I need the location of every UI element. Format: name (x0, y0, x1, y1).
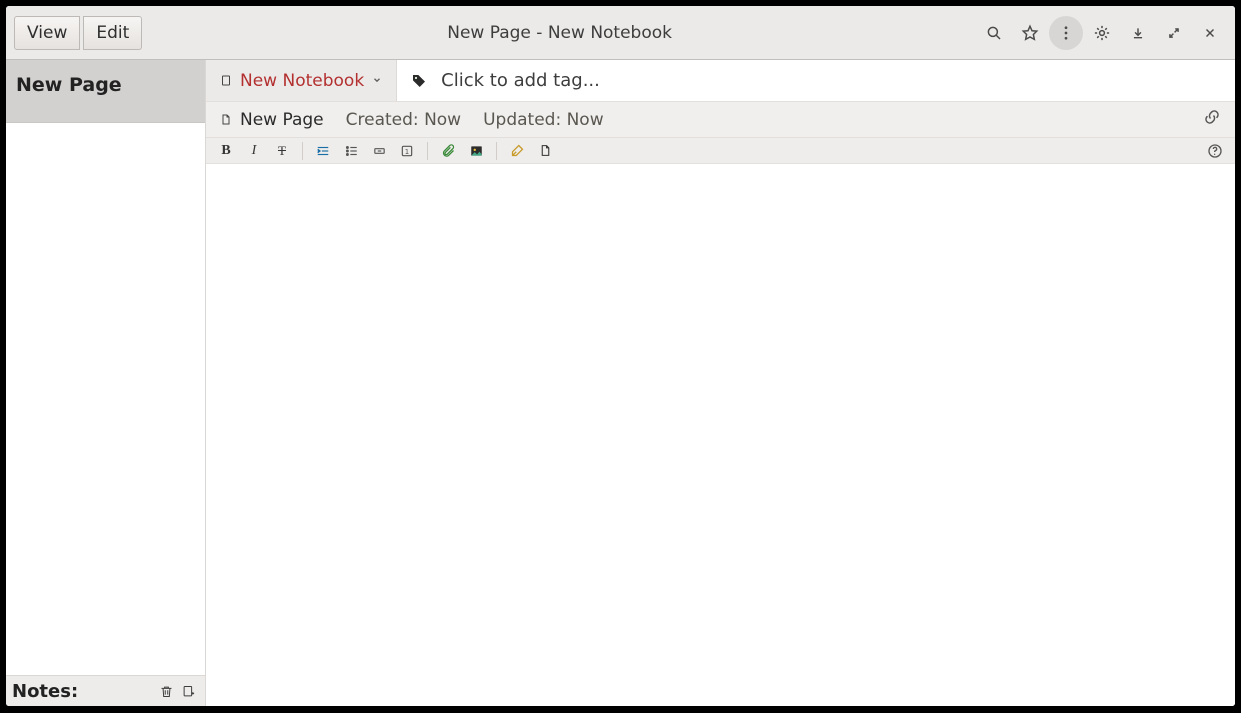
minimize-icon[interactable] (1121, 16, 1155, 50)
tag-placeholder: Click to add tag... (441, 70, 600, 91)
notebook-name: New Notebook (240, 71, 364, 91)
window-title: New Page - New Notebook (146, 23, 973, 43)
notebook-tab-row: New Notebook Click to add tag... (206, 60, 1235, 102)
sidebar-page-item[interactable]: New Page (6, 60, 205, 123)
attach-button[interactable] (436, 141, 460, 161)
search-icon[interactable] (977, 16, 1011, 50)
page-meta-row: New Page Created: Now Updated: Now (206, 102, 1235, 138)
tag-icon (411, 73, 427, 89)
menu-view[interactable]: View (14, 16, 80, 50)
notes-bar: Notes: (6, 675, 205, 706)
maximize-icon[interactable] (1157, 16, 1191, 50)
italic-button[interactable]: I (242, 141, 266, 161)
page-title[interactable]: New Page (220, 110, 324, 130)
image-button[interactable] (464, 141, 488, 161)
bold-button[interactable]: B (214, 141, 238, 161)
tag-strip[interactable]: Click to add tag... (397, 60, 1235, 101)
main-pane: New Notebook Click to add tag... New Pag… (206, 60, 1235, 706)
close-icon[interactable] (1193, 16, 1227, 50)
svg-text:1: 1 (405, 147, 409, 155)
page-icon (220, 112, 232, 127)
page-sidebar: New Page Notes: (6, 60, 206, 706)
editor-area[interactable] (206, 164, 1235, 706)
new-page-button[interactable] (533, 141, 557, 161)
list-button[interactable] (339, 141, 363, 161)
strike-button[interactable]: T (270, 141, 294, 161)
indent-button[interactable] (311, 141, 335, 161)
chevron-down-icon (372, 74, 382, 88)
menu-edit[interactable]: Edit (83, 16, 142, 50)
gear-icon[interactable] (1085, 16, 1119, 50)
updated-meta: Updated: Now (483, 110, 604, 130)
outdent-button[interactable] (367, 141, 391, 161)
sidebar-empty (6, 123, 205, 675)
new-note-icon[interactable] (177, 680, 199, 702)
clear-format-button[interactable] (505, 141, 529, 161)
copy-link-icon[interactable] (1203, 108, 1221, 131)
notebook-tab[interactable]: New Notebook (206, 60, 397, 101)
trash-icon[interactable] (155, 680, 177, 702)
editor-toolbar: B I T 1 (206, 138, 1235, 164)
star-icon[interactable] (1013, 16, 1047, 50)
help-icon[interactable] (1203, 141, 1227, 161)
window-titlebar: View Edit New Page - New Notebook (6, 6, 1235, 60)
created-meta: Created: Now (346, 110, 461, 130)
notes-label: Notes: (12, 681, 155, 702)
checkbox-button[interactable]: 1 (395, 141, 419, 161)
page-title-text: New Page (240, 110, 324, 130)
notebook-icon (220, 73, 232, 88)
kebab-menu-icon[interactable] (1049, 16, 1083, 50)
